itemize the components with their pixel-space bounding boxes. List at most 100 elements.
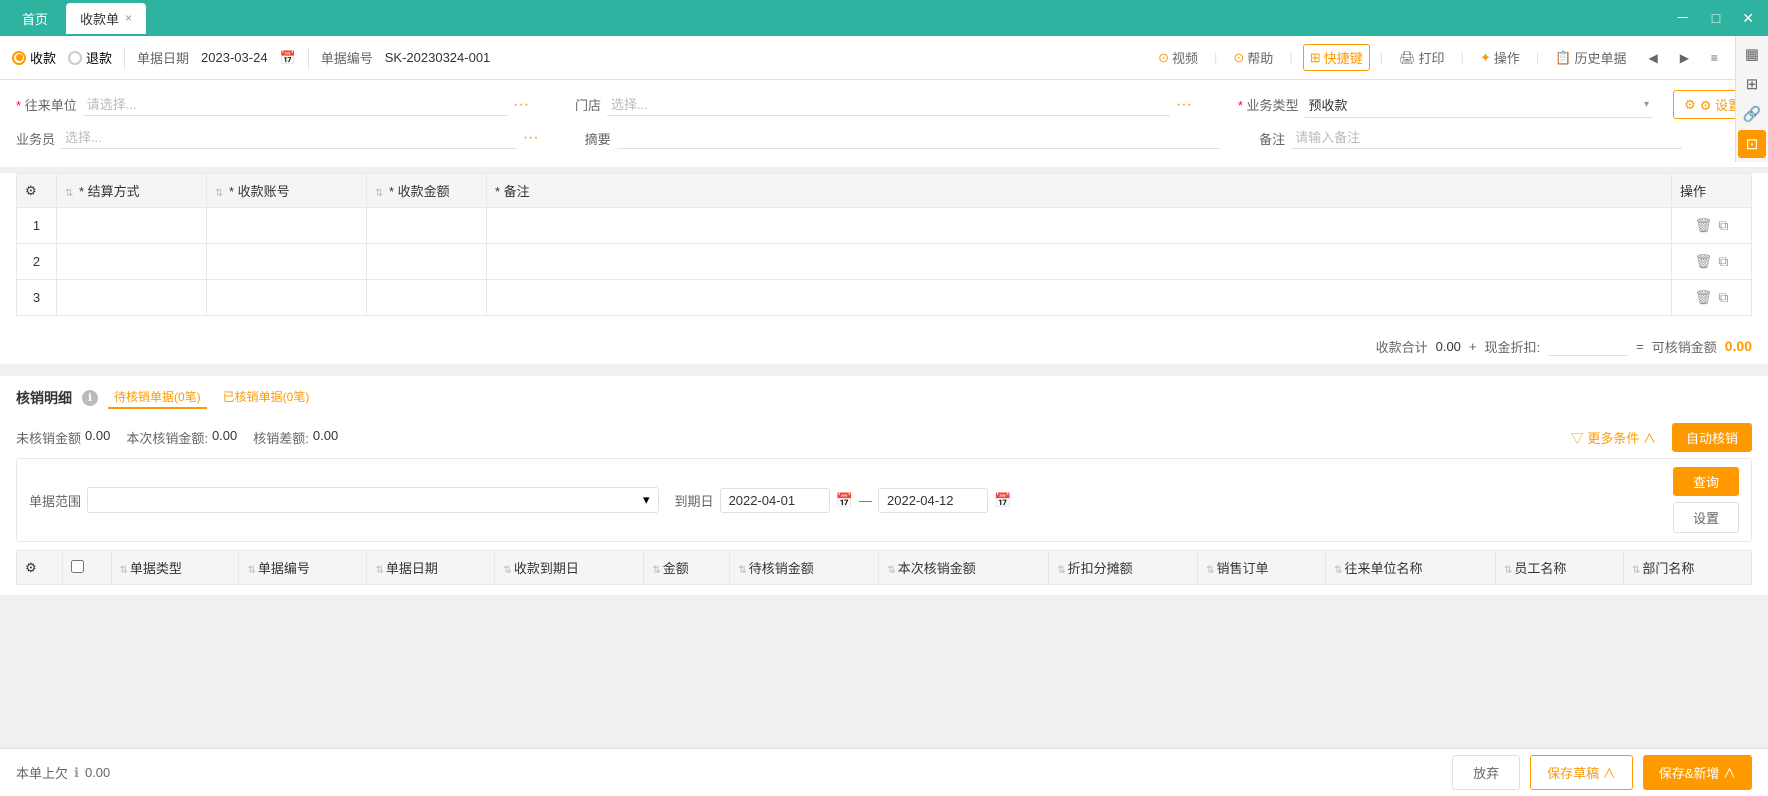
- bottom-col-header: ⇅收款到期日: [495, 551, 644, 585]
- sidebar-icon-3[interactable]: 🔗: [1738, 100, 1766, 128]
- salesperson-more-icon[interactable]: ···: [517, 129, 545, 147]
- radio-refund-dot: [68, 51, 82, 65]
- current-value: 0.00: [212, 428, 237, 447]
- row-account[interactable]: [207, 208, 367, 244]
- footer-total-value: 0.00: [85, 765, 110, 780]
- date-start-input[interactable]: [720, 488, 830, 513]
- number-value: SK-20230324-001: [385, 50, 491, 65]
- select-all-checkbox[interactable]: [71, 560, 84, 573]
- operation-btn[interactable]: ✦ 操作: [1474, 45, 1526, 70]
- total-label: 收款合计: [1376, 337, 1428, 356]
- verif-info-icon[interactable]: ℹ: [82, 390, 98, 406]
- bottom-col-header: ⇅单据编号: [239, 551, 367, 585]
- row-remark[interactable]: [487, 280, 1672, 316]
- row-delete-icon[interactable]: 🗑: [1695, 217, 1713, 234]
- range-select[interactable]: ▾: [87, 487, 659, 513]
- col-account-header: ⇅ * 收款账号: [207, 174, 367, 208]
- row-op: 🗑 ⧉: [1672, 244, 1752, 280]
- nav-prev-btn[interactable]: ◀: [1642, 48, 1663, 68]
- row-account[interactable]: [207, 280, 367, 316]
- cal-end-icon[interactable]: 📅: [994, 492, 1011, 509]
- partner-input[interactable]: [83, 94, 507, 116]
- row-settle[interactable]: [57, 244, 207, 280]
- row-copy-icon[interactable]: ⧉: [1718, 217, 1728, 234]
- bottom-col-header: ⇅销售订单: [1198, 551, 1326, 585]
- help-icon: ⊙: [1233, 50, 1244, 66]
- discard-btn[interactable]: 放弃: [1452, 755, 1520, 790]
- salesperson-input[interactable]: [61, 127, 517, 149]
- summary-row: 收款合计 0.00 + 现金折扣: = 可核销金额 0.00: [0, 328, 1768, 370]
- form-row-1: * 往来单位 ··· 门店 ··· * 业务类型 预收款 ▾ ⚙: [16, 90, 1752, 119]
- summary-label: 摘要: [585, 129, 617, 148]
- col-op-header: 操作: [1672, 174, 1752, 208]
- help-btn[interactable]: ⊙ 帮助: [1227, 45, 1279, 70]
- verif-done-tab[interactable]: 已核销单据(0笔): [217, 386, 316, 409]
- row-settle[interactable]: [57, 280, 207, 316]
- row-copy-icon[interactable]: ⧉: [1718, 253, 1728, 270]
- tab-home[interactable]: 首页: [8, 3, 62, 34]
- partner-more-icon[interactable]: ···: [507, 96, 535, 114]
- store-more-icon[interactable]: ···: [1170, 96, 1198, 114]
- row-remark[interactable]: [487, 244, 1672, 280]
- radio-refund[interactable]: 退款: [68, 48, 112, 67]
- sidebar-icon-2[interactable]: ⊞: [1738, 70, 1766, 98]
- discount-input[interactable]: [1548, 336, 1628, 356]
- col-settings-header[interactable]: ⚙: [17, 174, 57, 208]
- salesperson-label: 业务员: [16, 129, 61, 148]
- summary-input[interactable]: [617, 127, 1219, 149]
- filter-settings-btn[interactable]: 设置: [1673, 502, 1739, 533]
- row-amount[interactable]: [367, 280, 487, 316]
- row-remark[interactable]: [487, 208, 1672, 244]
- date-icon[interactable]: 📅: [280, 50, 296, 66]
- history-btn[interactable]: 📋 历史单据: [1549, 45, 1632, 70]
- range-filter-field: 单据范围 ▾: [29, 487, 659, 513]
- unchecked-stat: 未核销金额 0.00: [16, 428, 110, 447]
- row-num: 3: [17, 280, 57, 316]
- partner-label: * 往来单位: [16, 95, 83, 114]
- cal-start-icon[interactable]: 📅: [836, 492, 853, 509]
- row-delete-icon[interactable]: 🗑: [1695, 253, 1713, 270]
- minimize-btn[interactable]: －: [1670, 6, 1696, 30]
- more-cond-btn[interactable]: ▽ 更多条件 ∧: [1571, 428, 1656, 447]
- row-settle[interactable]: [57, 208, 207, 244]
- date-end-input[interactable]: [878, 488, 988, 513]
- row-delete-icon[interactable]: 🗑: [1695, 289, 1713, 306]
- print-btn[interactable]: 🖨 打印: [1393, 45, 1451, 70]
- bottom-col-check[interactable]: [63, 551, 111, 585]
- row-amount[interactable]: [367, 208, 487, 244]
- query-btn[interactable]: 查询: [1673, 467, 1739, 496]
- menu-icon[interactable]: ≡: [1705, 48, 1724, 68]
- biz-type-dropdown[interactable]: 预收款 ▾: [1305, 92, 1654, 118]
- remark-input[interactable]: [1291, 127, 1682, 149]
- video-btn[interactable]: ⊙ 视频: [1152, 45, 1204, 70]
- tab-active[interactable]: 收款单 ×: [66, 3, 146, 34]
- tab-close-icon[interactable]: ×: [125, 11, 132, 25]
- verif-pending-tab[interactable]: 待核销单据(0笔): [108, 386, 207, 409]
- row-account[interactable]: [207, 244, 367, 280]
- store-input[interactable]: [607, 94, 1170, 116]
- auto-verif-btn[interactable]: 自动核销: [1672, 423, 1752, 452]
- print-icon: 🖨: [1399, 50, 1416, 66]
- shortcut-icon: ⊞: [1310, 50, 1321, 66]
- bottom-col-header: ⇅折扣分摊额: [1049, 551, 1198, 585]
- sidebar-icon-4[interactable]: ⊡: [1738, 130, 1766, 158]
- radio-receive[interactable]: 收款: [12, 48, 56, 67]
- draft-btn[interactable]: 保存草稿 ∧: [1530, 755, 1633, 790]
- shortcut-btn[interactable]: ⊞ 快捷键: [1303, 44, 1370, 71]
- row-op: 🗑 ⧉: [1672, 208, 1752, 244]
- verification-section: 核销明细 ℹ 待核销单据(0笔) 已核销单据(0笔) 未核销金额 0.00 本次…: [0, 376, 1768, 595]
- sidebar-icon-1[interactable]: ▦: [1738, 40, 1766, 68]
- range-label: 单据范围: [29, 491, 81, 510]
- save-new-btn[interactable]: 保存&新增 ∧: [1643, 755, 1752, 790]
- footer-info-icon[interactable]: ℹ: [74, 765, 79, 781]
- row-amount[interactable]: [367, 244, 487, 280]
- operation-icon: ✦: [1480, 50, 1491, 66]
- bottom-col-settings[interactable]: ⚙: [17, 551, 63, 585]
- date-value[interactable]: 2023-03-24: [201, 50, 268, 65]
- maximize-btn[interactable]: □: [1706, 8, 1726, 28]
- row-copy-icon[interactable]: ⧉: [1718, 289, 1728, 306]
- nav-next-btn[interactable]: ▶: [1674, 48, 1695, 68]
- col-settle-header: ⇅ * 结算方式: [57, 174, 207, 208]
- table-settings-icon[interactable]: ⚙: [25, 183, 37, 198]
- close-btn[interactable]: ✕: [1736, 8, 1760, 29]
